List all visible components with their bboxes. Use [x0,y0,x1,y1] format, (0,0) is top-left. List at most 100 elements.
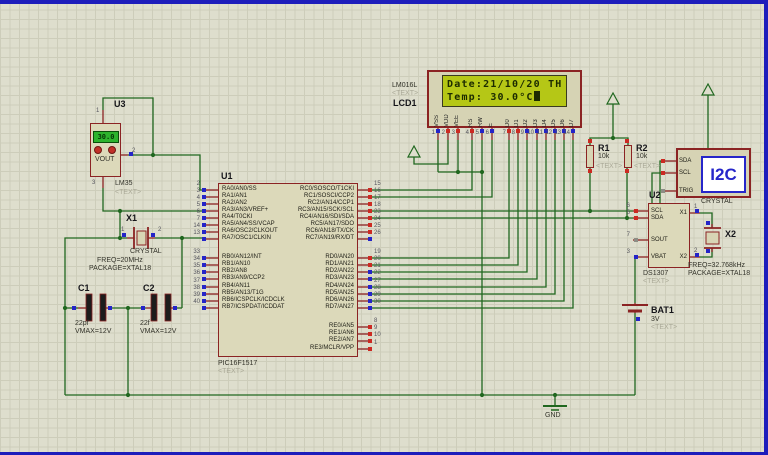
wire[interactable] [370,140,565,302]
pin-state-indicator [368,263,372,267]
crystal-body-x2[interactable] [705,231,720,245]
pin-state-indicator [562,129,566,133]
power-arrow[interactable] [700,82,716,96]
pin-state-indicator [202,285,206,289]
resistor-r2[interactable] [624,145,632,168]
wire[interactable] [370,140,473,191]
pin-state-indicator [706,249,710,253]
pic16f1517-mcu[interactable] [218,183,358,357]
pin-state-indicator [588,169,592,173]
pin-state-indicator [470,129,474,133]
junction-dot [552,392,558,398]
pin-state-indicator [480,129,484,133]
pin-state-indicator [661,159,665,163]
pin-state-indicator [368,256,372,260]
pin-state-indicator [202,277,206,281]
lcd-screen: Date:21/10/20 TH Temp: 30.0°C [442,75,567,107]
wire[interactable] [128,154,206,191]
wire[interactable] [102,188,206,212]
pin-state-indicator [535,129,539,133]
pin-state-indicator [202,299,206,303]
capacitor-plate[interactable] [150,293,158,322]
lcd-cursor [533,91,540,101]
pin-state-indicator [368,270,372,274]
pin-state-indicator [368,209,372,213]
pin-state-indicator [368,325,372,329]
pin-state-indicator [636,317,640,321]
wire[interactable] [700,212,713,228]
pin-state-indicator [625,169,629,173]
junction-dot [455,169,461,175]
pin-state-indicator [634,216,638,220]
junction-dot [610,135,616,141]
pin-state-indicator [695,253,699,257]
wire[interactable] [370,140,510,259]
pin-state-indicator [490,129,494,133]
pin-state-indicator [588,139,592,143]
wire[interactable] [370,140,519,266]
schematic-canvas[interactable]: 30.0 VOUT Date:21/10/20 TH Temp: 30.0°C … [0,0,768,455]
pin-state-indicator [634,238,638,242]
i2c-debugger-label: I2C [701,156,746,193]
pin-state-indicator [202,195,206,199]
junction-dot [624,215,630,221]
pin-state-indicator [108,306,112,310]
pin-state-indicator [625,139,629,143]
ds1307-rtc[interactable] [648,203,690,268]
pin-state-indicator [553,129,557,133]
pin-state-indicator [122,233,126,237]
pin-state-indicator [202,263,206,267]
pin-state-indicator [368,202,372,206]
pin-state-indicator [202,292,206,296]
pin-state-indicator [368,230,372,234]
pin-state-indicator [202,202,206,206]
pin-state-indicator [661,171,665,175]
lcd-line1: Date:21/10/20 TH [447,79,563,90]
junction-dot [117,208,123,214]
junction-dot [179,235,185,241]
power-arrow[interactable] [605,91,621,105]
power-arrow[interactable] [406,144,422,158]
pin-state-indicator [368,299,372,303]
wire[interactable] [589,137,629,145]
pin-state-indicator [72,306,76,310]
pin-state-indicator [661,189,665,193]
junction-dot [125,305,131,311]
pin-state-indicator [706,221,710,225]
crystal-body-x1[interactable] [136,230,147,246]
pin-state-indicator [368,223,372,227]
pin-state-indicator [525,129,529,133]
capacitor-plate[interactable] [164,293,172,322]
pin-state-indicator [368,277,372,281]
pin-state-indicator [368,292,372,296]
junction-dot [62,305,68,311]
pin-state-indicator [368,332,372,336]
capacitor-plate[interactable] [99,293,107,322]
pin-state-indicator [202,223,206,227]
pin-state-indicator [446,129,450,133]
capacitor-plate[interactable] [85,293,93,322]
lm35-temperature-display: 30.0 [93,131,119,143]
wire[interactable] [370,140,493,198]
junction-dot [117,235,123,241]
pin-state-indicator [202,306,206,310]
pin-state-indicator [173,306,177,310]
junction-dot [125,392,131,398]
lm35-increase-button[interactable] [94,146,102,154]
wire[interactable] [64,237,120,395]
pin-state-indicator [368,237,372,241]
pin-state-indicator [368,195,372,199]
lm35-decrease-button[interactable] [108,146,116,154]
pin-state-indicator [202,209,206,213]
pin-state-indicator [516,129,520,133]
pin-state-indicator [151,233,155,237]
pin-state-indicator [544,129,548,133]
pin-state-indicator [202,270,206,274]
wire[interactable] [413,140,449,165]
pin-state-indicator [129,152,133,156]
pin-state-indicator [202,256,206,260]
pin-state-indicator [634,209,638,213]
resistor-r1[interactable] [586,145,594,168]
pin-state-indicator [202,188,206,192]
pin-state-indicator [571,129,575,133]
